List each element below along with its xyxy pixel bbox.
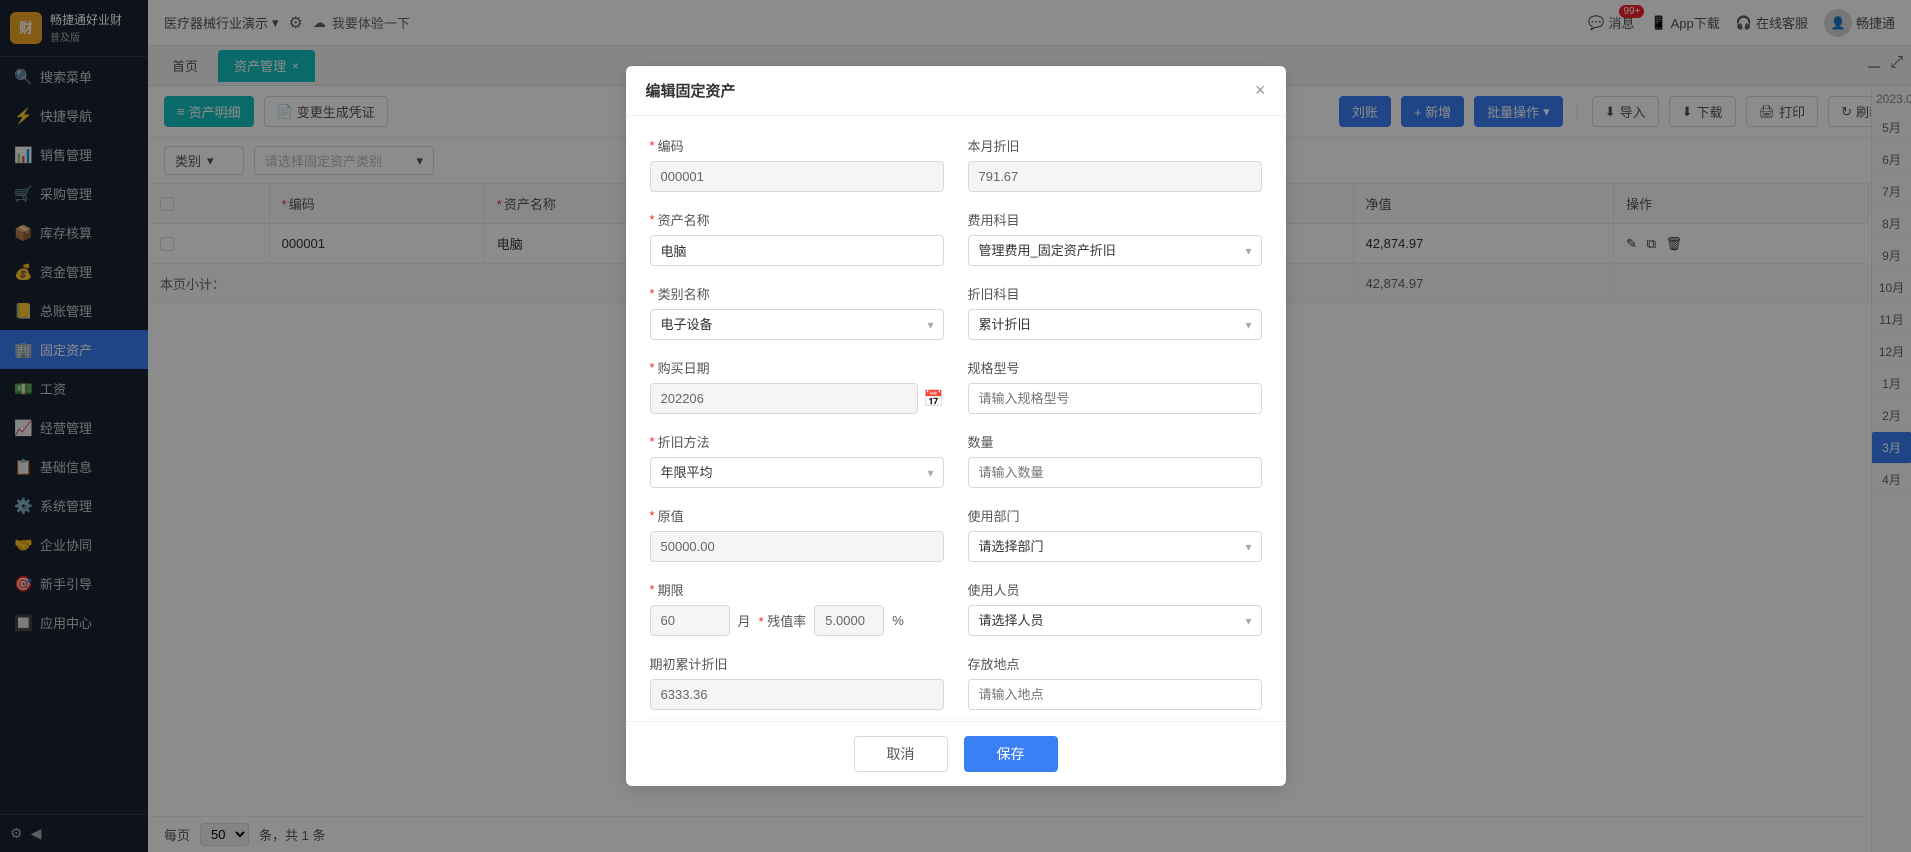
- form-item-storage: 存放地点: [968, 654, 1262, 710]
- modal-body: * 编码 本月折旧 * 资产名称: [626, 116, 1286, 721]
- person-select[interactable]: 请选择人员: [968, 605, 1262, 636]
- form-item-period: * 期限 月 * 残值率 %: [650, 580, 944, 636]
- asset-name-input[interactable]: [650, 235, 944, 266]
- depr-subject-select[interactable]: 累计折旧: [968, 309, 1262, 340]
- spec-model-label: 规格型号: [968, 358, 1262, 377]
- code-input[interactable]: [650, 161, 944, 192]
- quantity-input[interactable]: [968, 457, 1262, 488]
- asset-name-label: * 资产名称: [650, 210, 944, 229]
- init-cum-depr-input[interactable]: [650, 679, 944, 710]
- form-item-depr-subject: 折旧科目 累计折旧 ▾: [968, 284, 1262, 340]
- modal-close-icon[interactable]: ×: [1255, 80, 1266, 101]
- residual-rate-label: * 残值率: [759, 611, 807, 630]
- category-select[interactable]: 电子设备: [650, 309, 944, 340]
- form-item-asset-name: * 资产名称: [650, 210, 944, 266]
- modal-title: 编辑固定资产: [646, 80, 736, 101]
- init-cum-depr-label: 期初累计折旧: [650, 654, 944, 673]
- period-input[interactable]: [650, 605, 730, 636]
- period-label: * 期限: [650, 580, 944, 599]
- this-month-depr-label: 本月折旧: [968, 136, 1262, 155]
- form-item-original-value: * 原值: [650, 506, 944, 562]
- period-unit: 月: [738, 611, 751, 630]
- original-value-input[interactable]: [650, 531, 944, 562]
- depr-subject-select-wrap: 累计折旧 ▾: [968, 309, 1262, 340]
- expense-subject-label: 费用科目: [968, 210, 1262, 229]
- dept-select[interactable]: 请选择部门: [968, 531, 1262, 562]
- form-item-expense-subject: 费用科目 管理费用_固定资产折旧 ▾: [968, 210, 1262, 266]
- form-item-person: 使用人员 请选择人员 ▾: [968, 580, 1262, 636]
- depr-subject-label: 折旧科目: [968, 284, 1262, 303]
- person-label: 使用人员: [968, 580, 1262, 599]
- residual-rate-unit: %: [892, 613, 904, 628]
- storage-input[interactable]: [968, 679, 1262, 710]
- edit-asset-modal: 编辑固定资产 × * 编码 本月折旧: [626, 66, 1286, 786]
- form-item-dept: 使用部门 请选择部门 ▾: [968, 506, 1262, 562]
- quantity-label: 数量: [968, 432, 1262, 451]
- storage-label: 存放地点: [968, 654, 1262, 673]
- original-value-label: * 原值: [650, 506, 944, 525]
- form-item-code: * 编码: [650, 136, 944, 192]
- modal-overlay: 编辑固定资产 × * 编码 本月折旧: [0, 0, 1911, 852]
- spec-model-input[interactable]: [968, 383, 1262, 414]
- form-item-category: * 类别名称 电子设备 ▾: [650, 284, 944, 340]
- depr-method-label: * 折旧方法: [650, 432, 944, 451]
- depr-method-select[interactable]: 年限平均: [650, 457, 944, 488]
- form-item-init-cum-depr: 期初累计折旧: [650, 654, 944, 710]
- modal-footer: 取消 保存: [626, 721, 1286, 786]
- person-select-wrap: 请选择人员 ▾: [968, 605, 1262, 636]
- dept-label: 使用部门: [968, 506, 1262, 525]
- form-item-quantity: 数量: [968, 432, 1262, 488]
- form-item-this-month-depr: 本月折旧: [968, 136, 1262, 192]
- cancel-button[interactable]: 取消: [854, 736, 948, 772]
- purchase-date-label: * 购买日期: [650, 358, 944, 377]
- calendar-icon[interactable]: 📅: [924, 389, 944, 409]
- expense-subject-select-wrap: 管理费用_固定资产折旧 ▾: [968, 235, 1262, 266]
- form-item-spec-model: 规格型号: [968, 358, 1262, 414]
- save-button[interactable]: 保存: [964, 736, 1058, 772]
- form-item-purchase-date: * 购买日期 📅: [650, 358, 944, 414]
- category-name-label: * 类别名称: [650, 284, 944, 303]
- form-item-depr-method: * 折旧方法 年限平均 ▾: [650, 432, 944, 488]
- code-label: * 编码: [650, 136, 944, 155]
- period-residual-row: 月 * 残值率 %: [650, 605, 944, 636]
- dept-select-wrap: 请选择部门 ▾: [968, 531, 1262, 562]
- depr-method-select-wrap: 年限平均 ▾: [650, 457, 944, 488]
- purchase-date-input[interactable]: [650, 383, 918, 414]
- category-select-wrap: 电子设备 ▾: [650, 309, 944, 340]
- this-month-depr-input[interactable]: [968, 161, 1262, 192]
- expense-subject-select[interactable]: 管理费用_固定资产折旧: [968, 235, 1262, 266]
- residual-rate-input[interactable]: [814, 605, 884, 636]
- form-grid: * 编码 本月折旧 * 资产名称: [650, 136, 1262, 710]
- modal-header: 编辑固定资产 ×: [626, 66, 1286, 116]
